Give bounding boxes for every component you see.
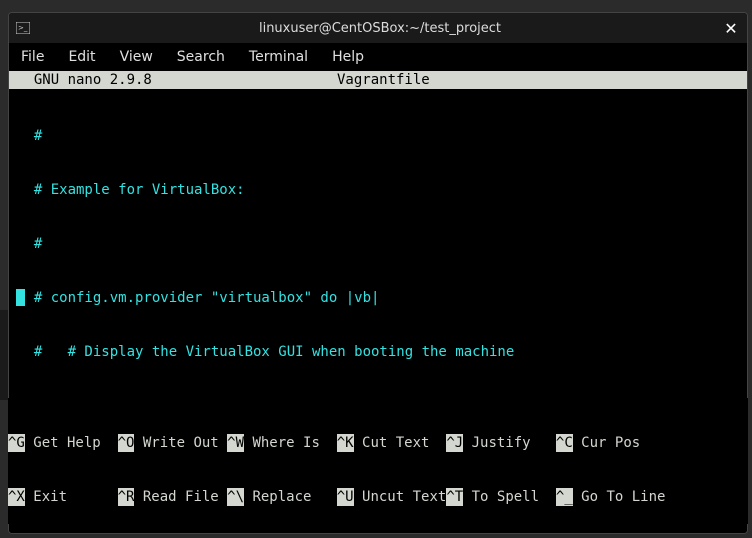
titlebar[interactable]: >_ linuxuser@CentOSBox:~/test_project ✕ [9,13,747,43]
key-desc: Exit [25,488,118,506]
nano-header: GNU nano 2.9.8 Vagrantfile [9,71,747,89]
key-desc: To Spell [463,488,556,506]
window-title: linuxuser@CentOSBox:~/test_project [39,21,721,36]
key-get-help: ^G [8,434,25,452]
editor-line: # [17,235,747,253]
menu-file[interactable]: File [13,45,56,69]
editor-line: # Example for VirtualBox: [17,181,747,199]
background-window-strip [0,310,8,400]
key-uncut-text: ^U [337,488,354,506]
key-desc: Get Help [25,434,118,452]
key-justify: ^J [446,434,463,452]
nano-footer: ^G Get Help ^O Write Out ^W Where Is ^K … [8,398,748,524]
key-where-is: ^W [227,434,244,452]
editor-line: # # Display the VirtualBox GUI when boot… [17,343,747,361]
key-replace: ^\ [227,488,244,506]
menu-edit[interactable]: Edit [56,45,107,69]
key-desc: Go To Line [573,488,666,506]
editor-line: # [17,127,747,145]
key-desc: Cur Pos [573,434,640,452]
key-cut-text: ^K [337,434,354,452]
footer-row-2: ^X Exit ^R Read File ^\ Replace ^U Uncut… [8,488,748,506]
nano-version: GNU nano 2.9.8 [17,71,337,89]
key-exit: ^X [8,488,25,506]
menu-search[interactable]: Search [165,45,237,69]
nano-filename: Vagrantfile [337,71,430,89]
key-desc: Where Is [244,434,337,452]
editor-line: # config.vm.provider "virtualbox" do |vb… [17,289,747,307]
key-desc: Uncut Text [354,488,447,506]
key-desc: Replace [244,488,337,506]
cursor [16,289,25,306]
close-button[interactable]: ✕ [721,18,741,38]
key-desc: Cut Text [354,434,447,452]
menubar: File Edit View Search Terminal Help [9,43,747,71]
terminal-icon: >_ [15,20,31,36]
key-desc: Read File [134,488,227,506]
menu-help[interactable]: Help [320,45,376,69]
key-desc: Write Out [134,434,227,452]
menu-view[interactable]: View [108,45,165,69]
footer-row-1: ^G Get Help ^O Write Out ^W Where Is ^K … [8,434,748,452]
key-desc: Justify [463,434,556,452]
key-read-file: ^R [118,488,135,506]
menu-terminal[interactable]: Terminal [237,45,320,69]
svg-text:>_: >_ [18,24,28,32]
key-go-to-line: ^_ [556,488,573,506]
key-cur-pos: ^C [556,434,573,452]
key-write-out: ^O [118,434,135,452]
key-to-spell: ^T [446,488,463,506]
